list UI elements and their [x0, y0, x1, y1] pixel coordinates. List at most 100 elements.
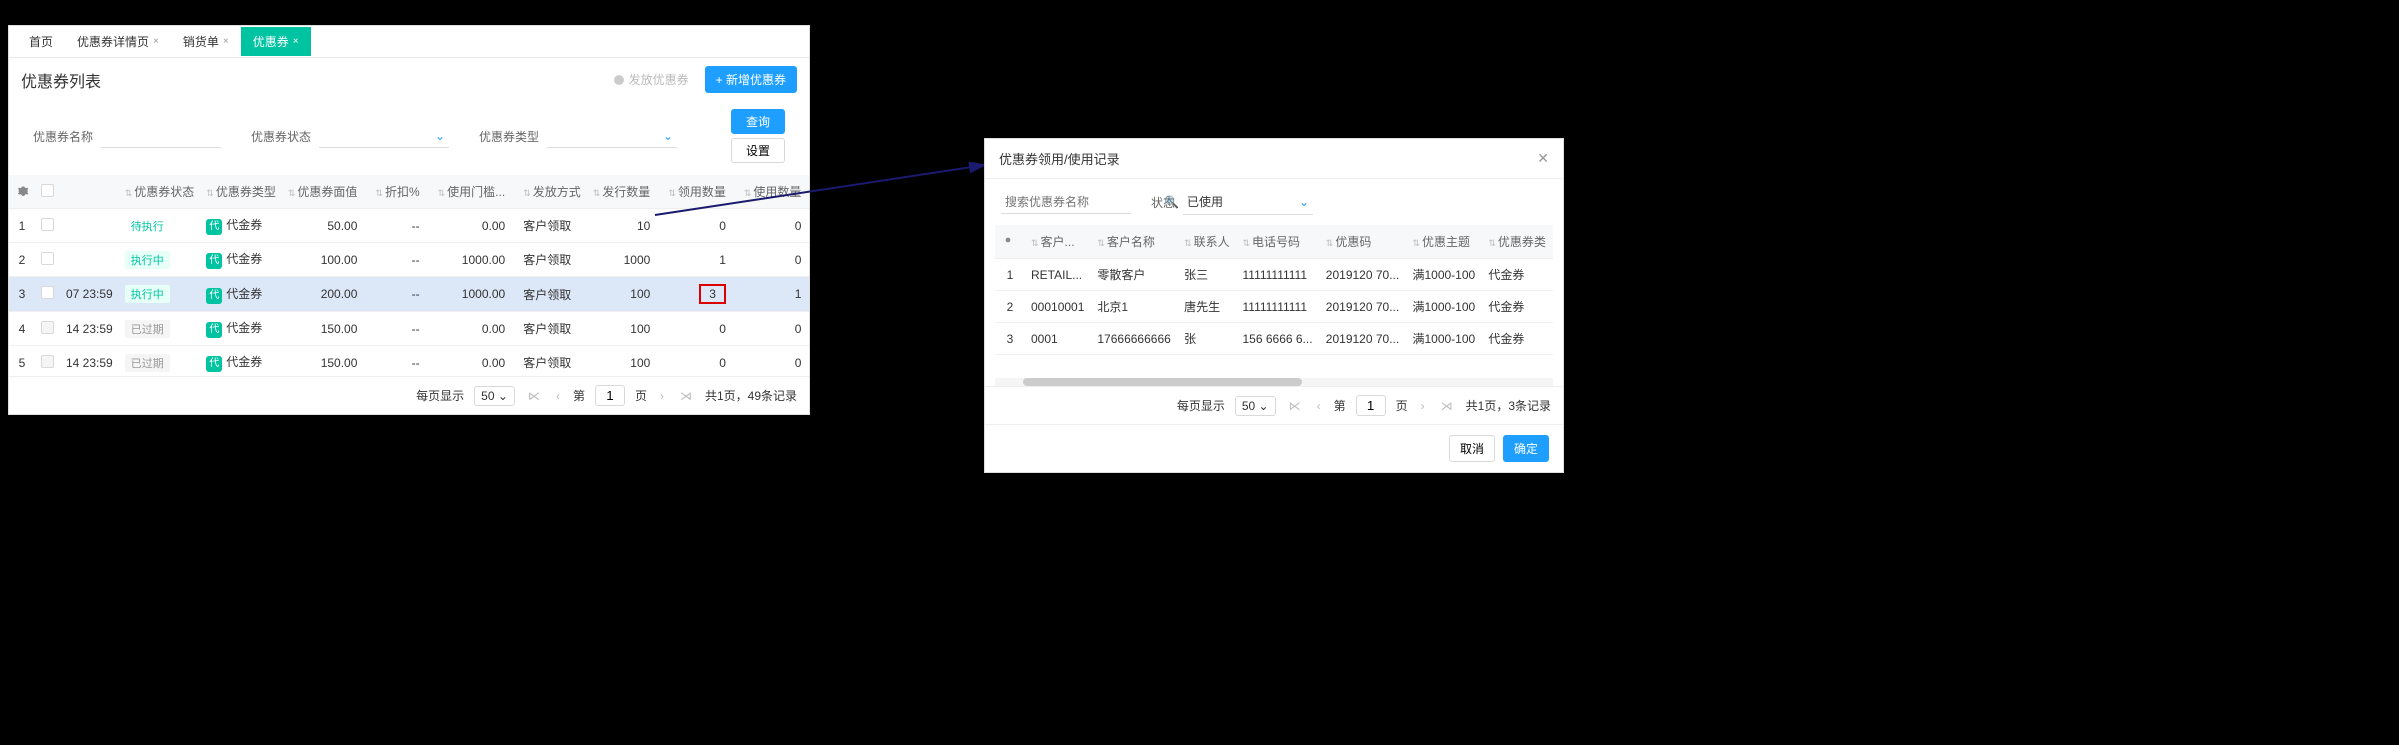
scrollbar-thumb[interactable] — [1023, 378, 1302, 386]
table-row[interactable]: 3 07 23:59 执行中 代代金券 200.00 -- 1000.00 客户… — [9, 277, 809, 312]
cell-contact: 张三 — [1178, 259, 1236, 291]
settings-button[interactable]: 设置 — [731, 138, 785, 163]
cell-time — [60, 209, 119, 243]
col-status[interactable]: ⇅优惠券状态 — [119, 175, 201, 209]
col-gear[interactable] — [995, 225, 1025, 259]
cell-face: 150.00 — [282, 312, 370, 346]
coupon-table: ⇅优惠券状态 ⇅优惠券类型 ⇅优惠券面值 ⇅折扣% ⇅使用门槛... ⇅发放方式… — [9, 175, 809, 376]
filter-label: 状态 — [1151, 194, 1175, 211]
page-input[interactable] — [595, 385, 625, 406]
search-button[interactable]: 查询 — [731, 109, 785, 134]
col-issue[interactable]: ⇅发行数量 — [587, 175, 663, 209]
chevron-down-icon: ⌄ — [663, 129, 673, 143]
horizontal-scrollbar[interactable] — [995, 378, 1553, 386]
table-row[interactable]: 2 执行中 代代金券 100.00 -- 1000.00 客户领取 1000 1… — [9, 243, 809, 277]
sort-icon: ⇅ — [375, 188, 383, 198]
cell-claim[interactable]: 0 — [662, 312, 738, 346]
col-discount[interactable]: ⇅折扣% — [369, 175, 431, 209]
coupon-type-select[interactable]: ⌄ — [547, 125, 677, 148]
cell-claim[interactable]: 0 — [662, 346, 738, 377]
cell-issue: 100 — [587, 277, 663, 312]
distribute-coupon-button[interactable]: 发放优惠券 — [603, 67, 699, 92]
next-page-button[interactable]: › — [1418, 399, 1428, 413]
close-icon[interactable]: × — [223, 36, 229, 47]
page-input[interactable] — [1356, 395, 1386, 416]
col-distribute[interactable]: ⇅发放方式 — [517, 175, 587, 209]
cell-claim[interactable]: 1 — [662, 243, 738, 277]
modal-title: 优惠券领用/使用记录 — [999, 149, 1120, 168]
confirm-button[interactable]: 确定 — [1503, 435, 1549, 462]
per-page-select[interactable]: 50 ⌄ — [1235, 396, 1276, 416]
tab-coupon-detail[interactable]: 优惠券详情页 × — [65, 27, 171, 56]
coupon-search-input[interactable] — [1001, 191, 1164, 213]
row-checkbox[interactable] — [35, 346, 60, 377]
row-checkbox[interactable] — [35, 312, 60, 346]
col-customer-code[interactable]: ⇅客户... — [1025, 225, 1091, 259]
row-checkbox[interactable] — [35, 243, 60, 277]
table-row[interactable]: 1 RETAIL... 零散客户 张三 11111111111 2019120 … — [995, 259, 1553, 291]
cell-use: 0 — [738, 346, 809, 377]
table-row[interactable]: 2 00010001 北京1 唐先生 11111111111 2019120 7… — [995, 291, 1553, 323]
row-checkbox[interactable] — [35, 209, 60, 243]
filter-label: 优惠券类型 — [479, 128, 539, 145]
modal-status-select[interactable]: 已使用⌄ — [1183, 189, 1313, 215]
col-use[interactable]: ⇅使用数量 — [738, 175, 809, 209]
table-row[interactable]: 5 14 23:59 已过期 代代金券 150.00 -- 0.00 客户领取 … — [9, 346, 809, 377]
cancel-button[interactable]: 取消 — [1449, 435, 1495, 462]
sort-icon: ⇅ — [1412, 238, 1420, 248]
prev-page-button[interactable]: ‹ — [553, 389, 563, 403]
col-coupon-code[interactable]: ⇅优惠码 — [1320, 225, 1407, 259]
coupon-name-input[interactable] — [101, 125, 221, 148]
last-page-button[interactable]: ⋊ — [677, 389, 695, 403]
col-threshold[interactable]: ⇅使用门槛... — [432, 175, 518, 209]
checkbox-all[interactable] — [41, 184, 54, 197]
cell-threshold: 1000.00 — [432, 243, 518, 277]
table-row[interactable]: 1 待执行 代代金券 50.00 -- 0.00 客户领取 10 0 0 — [9, 209, 809, 243]
close-icon[interactable]: × — [153, 36, 159, 47]
cell-phone: 156 6666 6... — [1237, 323, 1320, 355]
sort-icon: ⇅ — [288, 188, 296, 198]
close-icon[interactable]: × — [293, 36, 299, 47]
per-page-select[interactable]: 50 ⌄ — [474, 386, 515, 406]
distribute-icon — [613, 74, 625, 86]
pagination: 每页显示 50 ⌄ ⋉ ‹ 第 页 › ⋊ 共1页，49条记录 — [9, 376, 809, 414]
cell-threshold: 1000.00 — [432, 277, 518, 312]
prev-page-button[interactable]: ‹ — [1314, 399, 1324, 413]
col-type[interactable]: ⇅优惠券类型 — [200, 175, 282, 209]
col-claim[interactable]: ⇅领用数量 — [662, 175, 738, 209]
cell-phone: 11111111111 — [1237, 259, 1320, 291]
col-contact[interactable]: ⇅联系人 — [1178, 225, 1236, 259]
page-prefix: 第 — [1334, 397, 1346, 414]
col-face-value[interactable]: ⇅优惠券面值 — [282, 175, 370, 209]
coupon-table-wrap: ⇅优惠券状态 ⇅优惠券类型 ⇅优惠券面值 ⇅折扣% ⇅使用门槛... ⇅发放方式… — [9, 175, 809, 376]
tab-coupon[interactable]: 优惠券× — [241, 27, 311, 56]
close-icon[interactable]: ✕ — [1537, 150, 1549, 167]
page-header: 优惠券列表 发放优惠券 + 新增优惠券 — [9, 58, 809, 101]
last-page-button[interactable]: ⋊ — [1438, 399, 1456, 413]
row-checkbox[interactable] — [35, 277, 60, 312]
tab-label: 优惠券详情页 — [77, 33, 149, 50]
table-row[interactable]: 4 14 23:59 已过期 代代金券 150.00 -- 0.00 客户领取 … — [9, 312, 809, 346]
cell-status: 执行中 — [119, 243, 201, 277]
coupon-status-select[interactable]: ⌄ — [319, 125, 449, 148]
col-checkbox[interactable] — [35, 175, 60, 209]
table-row[interactable]: 3 0001 17666666666 张 156 6666 6... 20191… — [995, 323, 1553, 355]
col-customer-name[interactable]: ⇅客户名称 — [1091, 225, 1178, 259]
tab-home[interactable]: 首页 — [17, 27, 65, 56]
col-coupon-type[interactable]: ⇅优惠券类 — [1482, 225, 1553, 259]
col-gear[interactable] — [9, 175, 35, 209]
col-phone[interactable]: ⇅电话号码 — [1237, 225, 1320, 259]
first-page-button[interactable]: ⋉ — [525, 389, 543, 403]
cell-coupon-title: 满1000-100 — [1406, 259, 1482, 291]
cell-type: 代代金券 — [200, 209, 282, 243]
add-coupon-button[interactable]: + 新增优惠券 — [705, 66, 797, 93]
first-page-button[interactable]: ⋉ — [1286, 399, 1304, 413]
cell-claim[interactable]: 0 — [662, 209, 738, 243]
cell-type: 代代金券 — [200, 277, 282, 312]
chevron-down-icon: ⌄ — [1299, 195, 1309, 209]
cell-threshold: 0.00 — [432, 209, 518, 243]
col-coupon-title[interactable]: ⇅优惠主题 — [1406, 225, 1482, 259]
next-page-button[interactable]: › — [657, 389, 667, 403]
cell-claim[interactable]: 3 — [662, 277, 738, 312]
tab-sales-order[interactable]: 销货单× — [171, 27, 241, 56]
